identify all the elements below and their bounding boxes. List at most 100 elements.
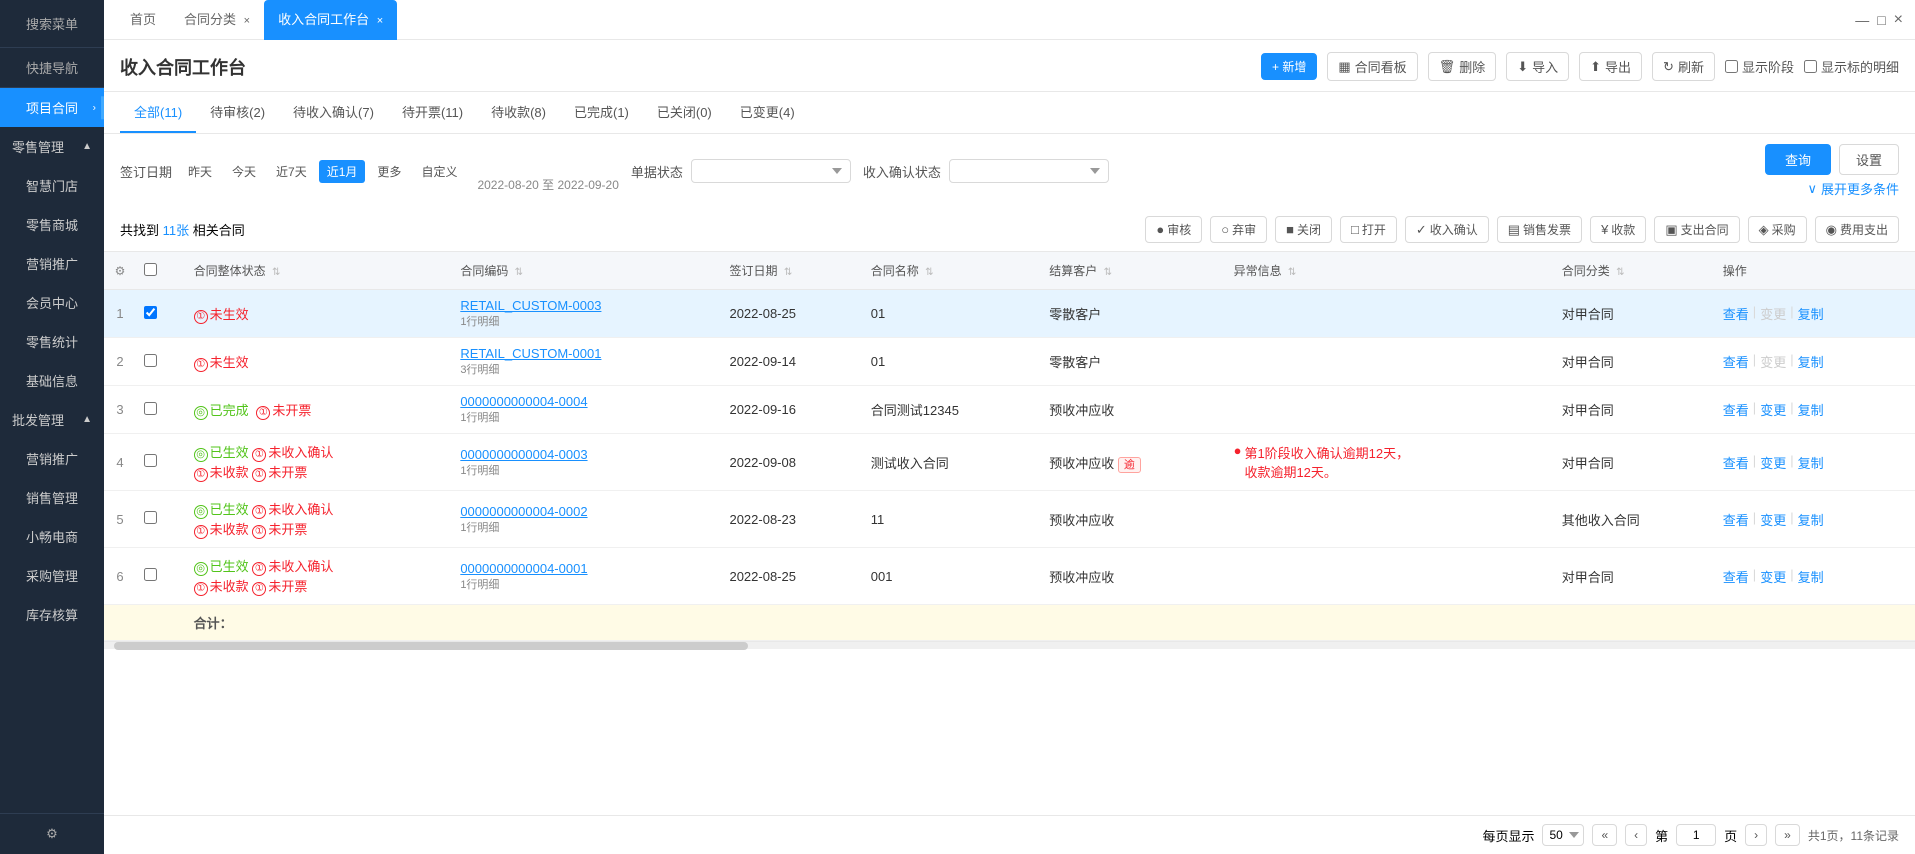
show-stages-checkbox[interactable]: 显示阶段 (1725, 57, 1794, 76)
copy-action[interactable]: 复制 (1798, 400, 1824, 419)
minimize-icon[interactable]: — (1855, 12, 1869, 28)
edit-action[interactable]: 变更 (1760, 510, 1786, 529)
filter-tab-all[interactable]: 全部(11) (120, 92, 196, 133)
copy-action[interactable]: 复制 (1798, 352, 1824, 371)
view-action[interactable]: 查看 (1723, 453, 1749, 472)
horizontal-scrollbar[interactable] (104, 641, 1915, 649)
filter-tab-pending-confirm[interactable]: 待收入确认(7) (279, 92, 388, 133)
sidebar-item-retail-mgmt[interactable]: 零售管理 ▲ (0, 127, 104, 166)
row-checkbox[interactable] (136, 338, 186, 386)
settings-button[interactable]: 设置 (1839, 144, 1899, 175)
purchase-button[interactable]: ◈ 采购 (1748, 216, 1807, 243)
contract-link[interactable]: 0000000000004-0004 (460, 394, 587, 409)
contract-link[interactable]: 0000000000004-0001 (460, 561, 587, 576)
sidebar-item-marketing-2[interactable]: 营销推广 (0, 439, 104, 478)
first-page-button[interactable]: « (1592, 824, 1617, 846)
next-page-button[interactable]: › (1745, 824, 1767, 846)
delete-button[interactable]: 🗑 删除 (1428, 52, 1497, 81)
filter-tab-done[interactable]: 已完成(1) (560, 92, 643, 133)
contract-board-button[interactable]: ▦ 合同看板 (1327, 52, 1417, 81)
sidebar-item-wholesale-mgmt[interactable]: 批发管理 ▲ (0, 400, 104, 439)
doc-status-select[interactable] (691, 159, 851, 183)
edit-action[interactable]: 变更 (1760, 352, 1786, 371)
date-btn-yesterday[interactable]: 昨天 (180, 160, 220, 183)
filter-tab-pending-payment[interactable]: 待收款(8) (477, 92, 560, 133)
contract-link[interactable]: 0000000000004-0003 (460, 447, 587, 462)
tab-home[interactable]: 首页 (116, 0, 170, 40)
edit-action[interactable]: 变更 (1760, 567, 1786, 586)
filter-tab-closed[interactable]: 已关闭(0) (643, 92, 726, 133)
view-action[interactable]: 查看 (1723, 510, 1749, 529)
view-action[interactable]: 查看 (1723, 400, 1749, 419)
sidebar-item-smart-store[interactable]: 智慧门店 (0, 166, 104, 205)
income-confirm-select[interactable] (949, 159, 1109, 183)
review-button[interactable]: ● 审核 (1145, 216, 1202, 243)
row-checkbox[interactable] (136, 434, 186, 491)
view-action[interactable]: 查看 (1723, 304, 1749, 323)
sales-invoice-button[interactable]: ▤ 销售发票 (1497, 216, 1582, 243)
expand-conditions-button[interactable]: ∨ 展开更多条件 (1807, 179, 1899, 198)
collect-payment-button[interactable]: ¥ 收款 (1590, 216, 1646, 243)
date-btn-7days[interactable]: 近7天 (268, 160, 315, 183)
page-input[interactable] (1676, 824, 1716, 846)
edit-action[interactable]: 变更 (1760, 400, 1786, 419)
scrollbar-thumb[interactable] (114, 642, 748, 650)
export-button[interactable]: ⬆ 导出 (1579, 52, 1642, 81)
row-checkbox[interactable] (136, 548, 186, 605)
edit-action[interactable]: 变更 (1760, 453, 1786, 472)
date-btn-custom[interactable]: 自定义 (413, 160, 465, 183)
date-btn-1month[interactable]: 近1月 (319, 160, 366, 183)
page-size-select[interactable]: 50 (1542, 824, 1584, 846)
maximize-icon[interactable]: □ (1877, 12, 1885, 28)
sidebar-item-basic-info[interactable]: 基础信息 (0, 361, 104, 400)
prev-page-button[interactable]: ‹ (1625, 824, 1647, 846)
filter-tab-pending-review[interactable]: 待审核(2) (196, 92, 279, 133)
sidebar-item-sales-mgmt[interactable]: 销售管理 (0, 478, 104, 517)
sidebar-item-purchase-mgmt[interactable]: 采购管理 (0, 556, 104, 595)
row-checkbox[interactable] (136, 491, 186, 548)
tab-contract-category[interactable]: 合同分类 × (170, 0, 264, 40)
filter-tab-changed[interactable]: 已变更(4) (726, 92, 809, 133)
expense-contract-button[interactable]: ▣ 支出合同 (1654, 216, 1739, 243)
tab-close-income-contract[interactable]: × (377, 15, 383, 27)
date-btn-more[interactable]: 更多 (369, 160, 409, 183)
copy-action[interactable]: 复制 (1798, 304, 1824, 323)
close-icon[interactable]: × (1894, 11, 1903, 29)
view-action[interactable]: 查看 (1723, 567, 1749, 586)
tab-close-contract-category[interactable]: × (244, 15, 250, 27)
sidebar-search[interactable]: 搜索菜单 (0, 0, 104, 48)
view-action[interactable]: 查看 (1723, 352, 1749, 371)
add-button[interactable]: + 新增 (1261, 53, 1317, 80)
contract-link[interactable]: 0000000000004-0002 (460, 504, 587, 519)
sidebar-item-member-center[interactable]: 会员中心 (0, 283, 104, 322)
sidebar-item-inventory[interactable]: 库存核算 (0, 595, 104, 634)
sidebar-settings[interactable]: ⚙ (0, 813, 104, 854)
expense-out-button[interactable]: ◉ 费用支出 (1815, 216, 1899, 243)
abandon-review-button[interactable]: ○ 弃审 (1210, 216, 1267, 243)
copy-action[interactable]: 复制 (1798, 453, 1824, 472)
sidebar-item-project-contract[interactable]: 项目合同 › (0, 88, 104, 127)
col-settings[interactable]: ⚙ (104, 252, 136, 290)
contract-link[interactable]: RETAIL_CUSTOM-0003 (460, 298, 601, 313)
row-checkbox[interactable] (136, 386, 186, 434)
date-btn-today[interactable]: 今天 (224, 160, 264, 183)
select-all-checkbox[interactable] (144, 263, 157, 276)
sidebar-item-ecommerce[interactable]: 小畅电商 (0, 517, 104, 556)
contract-link[interactable]: RETAIL_CUSTOM-0001 (460, 346, 601, 361)
row-checkbox[interactable] (136, 290, 186, 338)
filter-tab-pending-invoice[interactable]: 待开票(11) (388, 92, 477, 133)
edit-action[interactable]: 变更 (1760, 304, 1786, 323)
query-button[interactable]: 查询 (1765, 144, 1831, 175)
refresh-button[interactable]: ↻ 刷新 (1652, 52, 1715, 81)
tab-income-contract[interactable]: 收入合同工作台 × (264, 0, 397, 40)
sidebar-nav[interactable]: 快捷导航 (0, 48, 104, 88)
copy-action[interactable]: 复制 (1798, 510, 1824, 529)
close-button[interactable]: ■ 关闭 (1275, 216, 1332, 243)
open-button[interactable]: □ 打开 (1340, 216, 1397, 243)
sidebar-item-marketing[interactable]: 营销推广 (0, 244, 104, 283)
income-confirm-button[interactable]: ✓ 收入确认 (1405, 216, 1489, 243)
copy-action[interactable]: 复制 (1798, 567, 1824, 586)
sidebar-item-retail-stats[interactable]: 零售统计 (0, 322, 104, 361)
import-button[interactable]: ⬇ 导入 (1506, 52, 1569, 81)
last-page-button[interactable]: » (1775, 824, 1800, 846)
